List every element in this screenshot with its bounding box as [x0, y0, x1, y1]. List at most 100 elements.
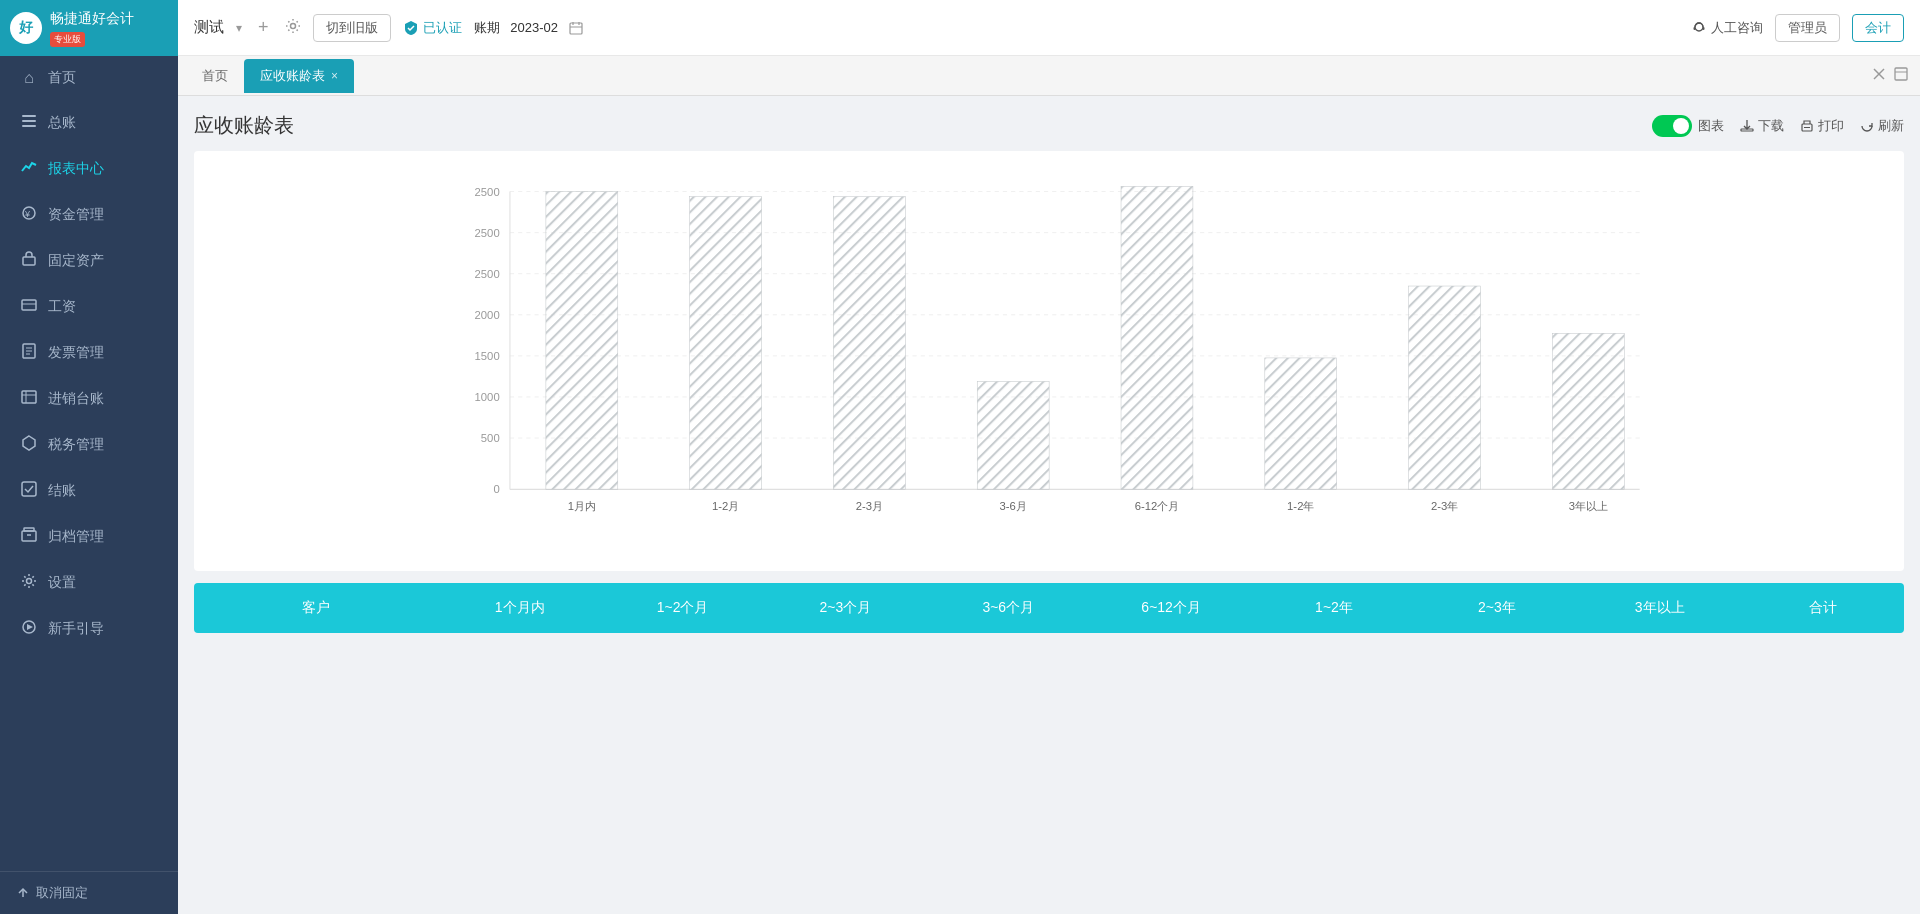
svg-rect-30 [1703, 27, 1705, 30]
sidebar-item-reports[interactable]: 报表中心 [0, 146, 178, 192]
sidebar-item-guide[interactable]: 新手引导 [0, 606, 178, 652]
svg-rect-60 [1121, 186, 1193, 489]
svg-rect-58 [833, 197, 905, 490]
expand-tab-button[interactable] [1890, 67, 1912, 85]
svg-text:1500: 1500 [475, 350, 500, 362]
workspace-name: 测试 [194, 18, 224, 37]
th-6-12month: 6~12个月 [1090, 583, 1253, 633]
workspace-arrow-icon[interactable]: ▾ [236, 21, 242, 35]
sidebar-item-invoice[interactable]: 发票管理 [0, 330, 178, 376]
sidebar-label-guide: 新手引导 [48, 620, 104, 638]
svg-marker-21 [27, 624, 33, 630]
shield-icon [403, 20, 419, 36]
salary-icon [20, 297, 38, 317]
svg-rect-56 [546, 192, 618, 490]
period-label: 账期 2023-02 [474, 19, 583, 37]
sidebar-item-tax[interactable]: 税务管理 [0, 422, 178, 468]
svg-rect-5 [23, 257, 35, 265]
tax-icon [20, 435, 38, 455]
home-icon: ⌂ [20, 69, 38, 87]
svg-rect-24 [570, 23, 582, 34]
svg-text:2-3月: 2-3月 [856, 500, 883, 512]
sidebar-label-home: 首页 [48, 69, 76, 87]
closing-icon [20, 481, 38, 501]
close-tab-button[interactable] [1868, 67, 1890, 85]
tabs-bar: 首页 应收账龄表 × [178, 56, 1920, 96]
svg-text:¥: ¥ [24, 209, 31, 219]
svg-text:3年以上: 3年以上 [1569, 500, 1608, 512]
sidebar-item-ledger[interactable]: 总账 [0, 100, 178, 146]
download-button[interactable]: 下载 [1740, 117, 1784, 135]
download-label: 下载 [1758, 117, 1784, 135]
tab-ar-aging[interactable]: 应收账龄表 × [244, 59, 354, 93]
sidebar-label-tax: 税务管理 [48, 436, 104, 454]
svg-rect-0 [22, 115, 36, 117]
refresh-label: 刷新 [1878, 117, 1904, 135]
print-button[interactable]: 打印 [1800, 117, 1844, 135]
sidebar-item-sales[interactable]: 进销台账 [0, 376, 178, 422]
tab-close-icon[interactable]: × [331, 69, 338, 83]
svg-text:2500: 2500 [475, 186, 500, 198]
chart-toggle-wrap: 图表 [1652, 115, 1724, 137]
logo-badge: 专业版 [50, 32, 85, 47]
sidebar-logo: 好 畅捷通好会计 专业版 [0, 0, 178, 56]
main-area: 测试 ▾ + 切到旧版 已认证 账期 2023-02 人工咨询 管理员 会计 首… [178, 0, 1920, 914]
assets-icon [20, 251, 38, 271]
page-header: 应收账龄表 图表 下载 打印 刷新 [194, 112, 1904, 139]
sidebar-item-assets[interactable]: 固定资产 [0, 238, 178, 284]
svg-rect-37 [1804, 127, 1810, 128]
user-button[interactable]: 管理员 [1775, 14, 1840, 42]
svg-text:6-12个月: 6-12个月 [1135, 500, 1180, 512]
sidebar-item-salary[interactable]: 工资 [0, 284, 178, 330]
table-header: 客户 1个月内 1~2个月 2~3个月 3~6个月 6~12个月 1~2年 2~… [194, 583, 1904, 633]
switch-version-button[interactable]: 切到旧版 [313, 14, 391, 42]
sidebar-label-salary: 工资 [48, 298, 76, 316]
svg-text:0: 0 [493, 483, 499, 495]
sidebar-label-sales: 进销台账 [48, 390, 104, 408]
sidebar-item-home[interactable]: ⌂ 首页 [0, 56, 178, 100]
add-workspace-button[interactable]: + [254, 17, 273, 38]
guide-icon [20, 619, 38, 639]
svg-rect-17 [24, 528, 34, 531]
logo-text-wrap: 畅捷通好会计 专业版 [50, 9, 134, 46]
sidebar-item-settings[interactable]: 设置 [0, 560, 178, 606]
svg-text:2500: 2500 [475, 227, 500, 239]
logo-name: 畅捷通好会计 [50, 9, 134, 27]
sidebar-label-funds: 资金管理 [48, 206, 104, 224]
th-2-3year: 2~3年 [1415, 583, 1578, 633]
print-label: 打印 [1818, 117, 1844, 135]
role-button[interactable]: 会计 [1852, 14, 1904, 42]
footer-label: 取消固定 [36, 884, 88, 902]
chart-toggle[interactable] [1652, 115, 1692, 137]
page-title: 应收账龄表 [194, 112, 294, 139]
chart-area: 2500 2500 2500 2000 1500 1000 500 0 [194, 151, 1904, 571]
unpin-icon [16, 886, 30, 900]
service-button[interactable]: 人工咨询 [1691, 19, 1763, 37]
sidebar-label-invoice: 发票管理 [48, 344, 104, 362]
tab-ar-aging-label: 应收账龄表 [260, 67, 325, 85]
sidebar-label-ledger: 总账 [48, 114, 76, 132]
svg-text:2000: 2000 [475, 309, 500, 321]
svg-text:2-3年: 2-3年 [1431, 500, 1458, 512]
svg-text:500: 500 [481, 432, 500, 444]
th-3-6month: 3~6个月 [927, 583, 1090, 633]
sidebar-item-archive[interactable]: 归档管理 [0, 514, 178, 560]
calendar-icon[interactable] [569, 21, 583, 35]
sidebar-footer[interactable]: 取消固定 [0, 871, 178, 914]
logo-icon: 好 [10, 12, 42, 44]
svg-rect-15 [22, 482, 36, 496]
svg-text:1月内: 1月内 [568, 500, 596, 512]
svg-rect-29 [1694, 27, 1696, 30]
th-1month: 1个月内 [438, 583, 601, 633]
sidebar-label-archive: 归档管理 [48, 528, 104, 546]
gear-icon[interactable] [285, 18, 301, 38]
refresh-button[interactable]: 刷新 [1860, 117, 1904, 135]
sidebar-item-funds[interactable]: ¥ 资金管理 [0, 192, 178, 238]
topbar: 测试 ▾ + 切到旧版 已认证 账期 2023-02 人工咨询 管理员 会计 [178, 0, 1920, 56]
sidebar-label-closing: 结账 [48, 482, 76, 500]
sidebar-item-closing[interactable]: 结账 [0, 468, 178, 514]
sidebar: 好 畅捷通好会计 专业版 ⌂ 首页 总账 报表中心 ¥ 资金管理 [0, 0, 178, 914]
svg-rect-6 [22, 300, 36, 310]
th-2-3month: 2~3个月 [764, 583, 927, 633]
tab-home[interactable]: 首页 [186, 59, 244, 93]
